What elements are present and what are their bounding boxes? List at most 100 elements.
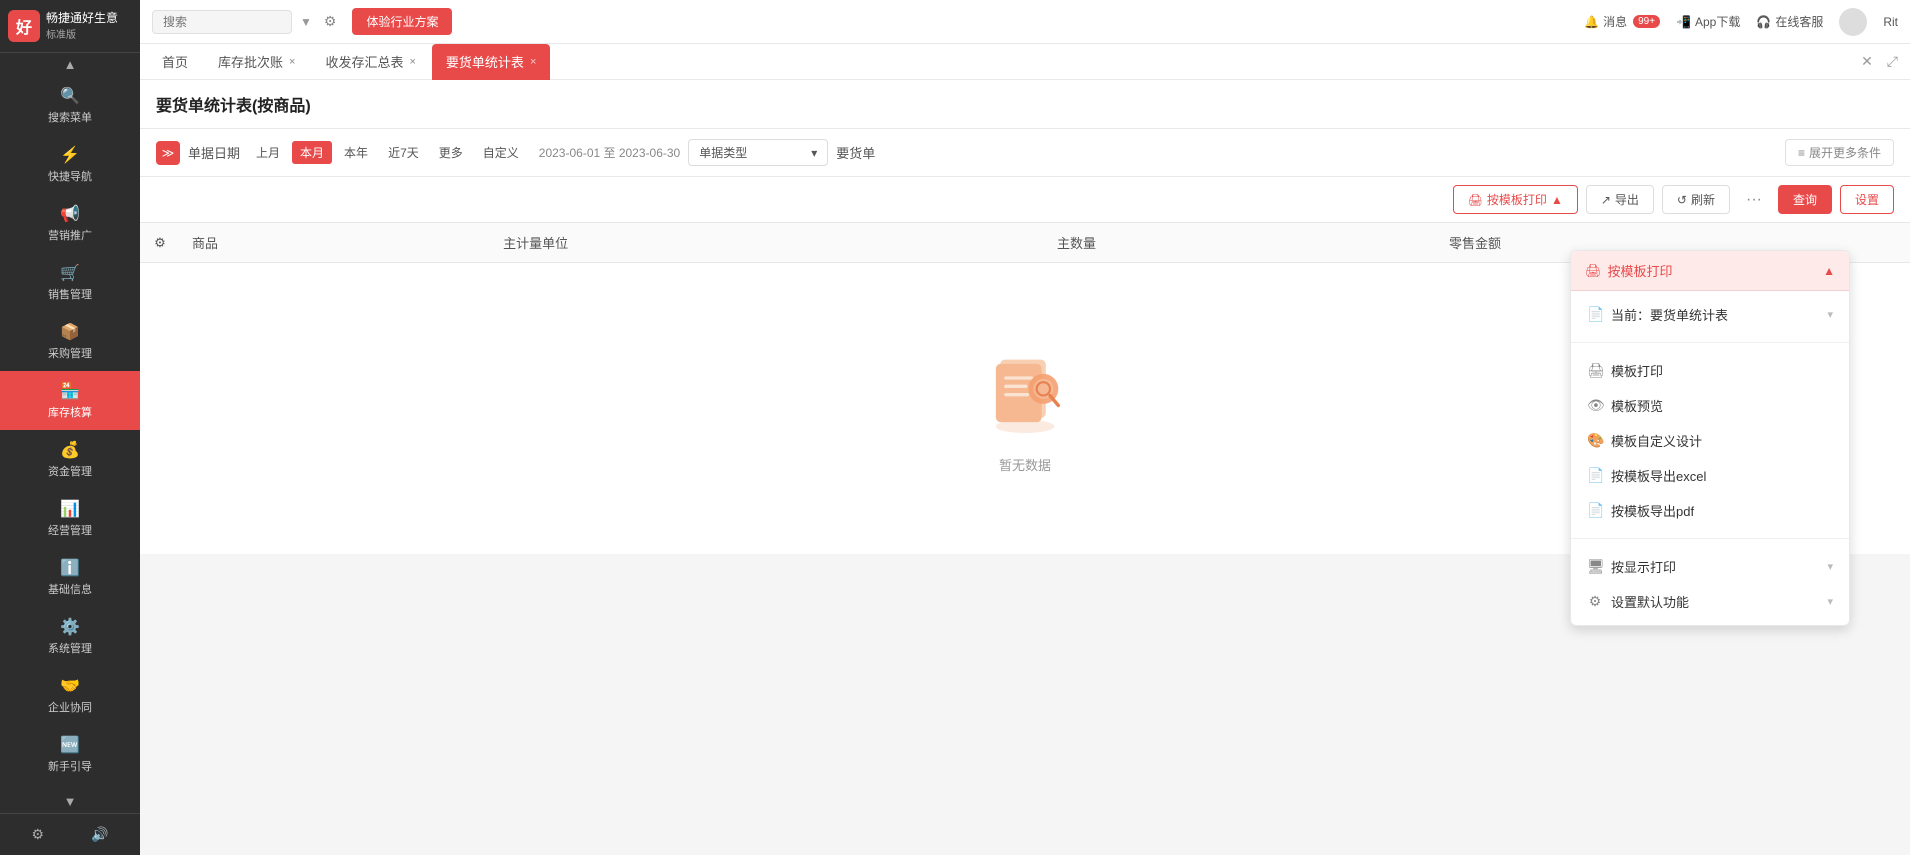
date-opt-current-month[interactable]: 本月 bbox=[292, 141, 332, 164]
dropdown-set-default[interactable]: ⚙ 设置默认功能 ▾ bbox=[1571, 584, 1849, 619]
dropdown-collapse-arrow[interactable]: ▲ bbox=[1823, 264, 1835, 278]
sidebar-item-sales[interactable]: 🛒 销售管理 bbox=[0, 253, 140, 312]
sidebar-scroll-down[interactable]: ▼ bbox=[0, 790, 140, 813]
expand-conditions-btn[interactable]: ≡ 展开更多条件 bbox=[1785, 139, 1894, 166]
user-name[interactable]: Rit bbox=[1883, 15, 1898, 29]
template-excel-icon: 📄 bbox=[1587, 467, 1603, 484]
display-print-arrow: ▾ bbox=[1827, 560, 1833, 573]
dropdown-item-template-custom[interactable]: 🎨 模板自定义设计 bbox=[1571, 423, 1849, 458]
window-close-btn[interactable]: ✕ bbox=[1857, 51, 1877, 72]
tab-order-stats-close[interactable]: × bbox=[530, 56, 536, 68]
user-avatar[interactable] bbox=[1839, 8, 1867, 36]
dropdown-set-default-label: 设置默认功能 bbox=[1611, 592, 1689, 611]
app-download-btn[interactable]: 📲 App下载 bbox=[1676, 13, 1740, 30]
sound-btn[interactable]: 🔊 bbox=[87, 822, 112, 847]
query-btn[interactable]: 查询 bbox=[1778, 185, 1832, 214]
refresh-label: 刷新 bbox=[1691, 191, 1715, 208]
dropdown-item-template-pdf[interactable]: 📄 按模板导出pdf bbox=[1571, 493, 1849, 528]
topbar-gear-icon[interactable]: ⚙ bbox=[324, 13, 337, 30]
topbar-right: 🔔 消息 99+ 📲 App下载 🎧 在线客服 Rit bbox=[1584, 8, 1898, 36]
tab-inventory-batch-close[interactable]: × bbox=[289, 56, 295, 68]
download-icon: 📲 bbox=[1676, 15, 1691, 29]
col-settings[interactable]: ⚙ bbox=[140, 223, 180, 263]
print-template-arrow: ▲ bbox=[1551, 193, 1563, 207]
trial-btn[interactable]: 体验行业方案 bbox=[352, 8, 452, 35]
sidebar-bottom: ⚙ 🔊 bbox=[0, 813, 140, 855]
messages-badge: 99+ bbox=[1633, 15, 1660, 28]
dropdown-item-template-preview-label: 模板预览 bbox=[1611, 396, 1663, 415]
sidebar-item-inventory[interactable]: 🏪 库存核算 bbox=[0, 371, 140, 430]
date-opt-more[interactable]: 更多 bbox=[431, 141, 471, 164]
bell-icon: 🔔 bbox=[1584, 15, 1599, 29]
tab-inventory-batch[interactable]: 库存批次账 × bbox=[204, 44, 309, 80]
action-bar: 🖨 按模板打印 ▲ ↗ 导出 ↺ 刷新 ··· 查询 设置 bbox=[140, 177, 1910, 223]
tabbar-window-controls: ✕ ⤢ bbox=[1857, 51, 1902, 72]
sidebar-item-purchase[interactable]: 📦 采购管理 bbox=[0, 312, 140, 371]
sidebar-scroll-up[interactable]: ▲ bbox=[0, 53, 140, 76]
dropdown-display-print[interactable]: 🖥 按显示打印 ▾ bbox=[1571, 549, 1849, 584]
online-support-btn[interactable]: 🎧 在线客服 bbox=[1756, 13, 1823, 30]
print-template-btn[interactable]: 🖨 按模板打印 ▲ bbox=[1453, 185, 1578, 214]
sidebar: 好 畅捷通好生意 标准版 ▲ 🔍 搜索菜单 ⚡ 快捷导航 📢 营销推广 🛒 销售… bbox=[0, 0, 140, 855]
sidebar-item-label: 经营管理 bbox=[48, 522, 92, 538]
more-actions-btn[interactable]: ··· bbox=[1738, 187, 1770, 213]
app-version: 标准版 bbox=[46, 26, 118, 41]
sidebar-item-collab[interactable]: 🤝 企业协同 bbox=[0, 666, 140, 725]
dropdown-current-template[interactable]: 📄 当前：要货单统计表 ▾ bbox=[1571, 297, 1849, 332]
set-default-icon: ⚙ bbox=[1587, 593, 1603, 610]
dropdown-item-template-print[interactable]: 🖨 模板打印 bbox=[1571, 353, 1849, 388]
messages-btn[interactable]: 🔔 消息 99+ bbox=[1584, 13, 1660, 30]
template-preview-icon: 👁 bbox=[1587, 397, 1603, 414]
current-template-icon: 📄 bbox=[1587, 306, 1603, 323]
sidebar-item-guide[interactable]: 🆕 新手引导 bbox=[0, 725, 140, 784]
tab-order-stats[interactable]: 要货单统计表 × bbox=[432, 44, 550, 80]
tab-order-stats-label: 要货单统计表 bbox=[446, 52, 524, 71]
tab-inventory-batch-label: 库存批次账 bbox=[218, 52, 283, 71]
dropdown-item-template-pdf-label: 按模板导出pdf bbox=[1611, 501, 1694, 520]
topbar: ▼ ⚙ 体验行业方案 🔔 消息 99+ 📲 App下载 🎧 在线客服 Rit bbox=[140, 0, 1910, 44]
settings-btn[interactable]: 设置 bbox=[1840, 185, 1894, 214]
dropdown-item-template-excel[interactable]: 📄 按模板导出excel bbox=[1571, 458, 1849, 493]
filter-bar: ≫ 单据日期 上月 本月 本年 近7天 更多 自定义 2023-06-01 至 … bbox=[140, 129, 1910, 177]
topbar-search-input[interactable] bbox=[152, 10, 292, 34]
dropdown-divider-1 bbox=[1571, 342, 1849, 343]
tab-home-label: 首页 bbox=[162, 52, 188, 71]
filter-expand-btn[interactable]: ≫ bbox=[156, 141, 180, 165]
refresh-btn[interactable]: ↺ 刷新 bbox=[1662, 185, 1730, 214]
template-custom-icon: 🎨 bbox=[1587, 432, 1603, 449]
sidebar-item-marketing[interactable]: 📢 营销推广 bbox=[0, 194, 140, 253]
sidebar-item-quick-nav[interactable]: ⚡ 快捷导航 bbox=[0, 135, 140, 194]
dropdown-item-template-preview[interactable]: 👁 模板预览 bbox=[1571, 388, 1849, 423]
date-opt-7days[interactable]: 近7天 bbox=[380, 141, 427, 164]
sidebar-item-finance[interactable]: 💰 资金管理 bbox=[0, 430, 140, 489]
app-download-label: App下载 bbox=[1695, 13, 1740, 30]
sidebar-item-label: 销售管理 bbox=[48, 286, 92, 302]
topbar-dropdown-arrow[interactable]: ▼ bbox=[300, 15, 312, 29]
date-options: 上月 本月 本年 近7天 更多 自定义 bbox=[248, 141, 527, 164]
settings-btn[interactable]: ⚙ bbox=[28, 822, 49, 847]
export-btn[interactable]: ↗ 导出 bbox=[1586, 185, 1654, 214]
search-icon: 🔍 bbox=[60, 86, 80, 106]
sidebar-item-basic[interactable]: ℹ️ 基础信息 bbox=[0, 548, 140, 607]
tab-receivable-summary-label: 收发存汇总表 bbox=[325, 52, 403, 71]
sidebar-item-label: 库存核算 bbox=[48, 404, 92, 420]
basic-icon: ℹ️ bbox=[60, 558, 80, 578]
sidebar-item-operations[interactable]: 📊 经营管理 bbox=[0, 489, 140, 548]
dropdown-item-template-custom-label: 模板自定义设计 bbox=[1611, 431, 1702, 450]
date-opt-prev-month[interactable]: 上月 bbox=[248, 141, 288, 164]
guide-icon: 🆕 bbox=[60, 735, 80, 755]
tabbar: 首页 库存批次账 × 收发存汇总表 × 要货单统计表 × ✕ ⤢ bbox=[140, 44, 1910, 80]
tab-home[interactable]: 首页 bbox=[148, 44, 202, 80]
date-opt-custom[interactable]: 自定义 bbox=[475, 141, 527, 164]
col-unit: 主计量单位 bbox=[491, 223, 1045, 263]
tab-receivable-summary[interactable]: 收发存汇总表 × bbox=[311, 44, 429, 80]
doc-type-select[interactable]: 单据类型 ▾ bbox=[688, 139, 828, 166]
sidebar-item-system[interactable]: ⚙️ 系统管理 bbox=[0, 607, 140, 666]
window-expand-btn[interactable]: ⤢ bbox=[1883, 51, 1902, 72]
sidebar-item-search[interactable]: 🔍 搜索菜单 bbox=[0, 76, 140, 135]
dropdown-item-template-print-label: 模板打印 bbox=[1611, 361, 1663, 380]
date-label: 单据日期 bbox=[188, 143, 240, 162]
tab-receivable-summary-close[interactable]: × bbox=[409, 56, 415, 68]
messages-label: 消息 bbox=[1603, 13, 1627, 30]
date-opt-current-year[interactable]: 本年 bbox=[336, 141, 376, 164]
